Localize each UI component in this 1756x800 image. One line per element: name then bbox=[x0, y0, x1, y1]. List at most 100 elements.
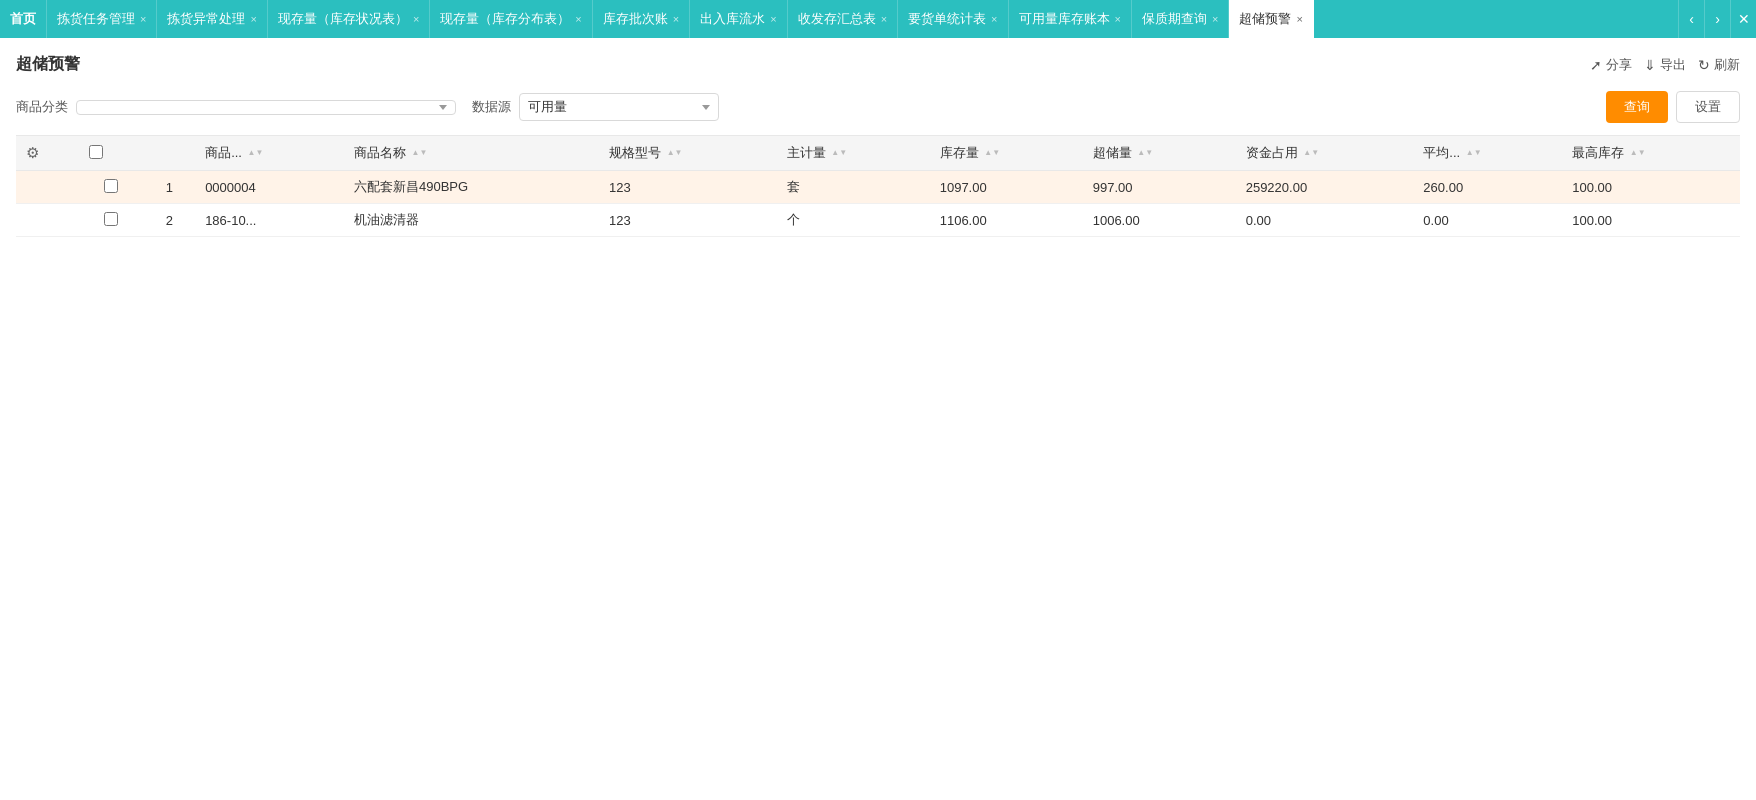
row-overstock-1: 1006.00 bbox=[1083, 204, 1236, 237]
row-max-stock-1: 100.00 bbox=[1562, 204, 1740, 237]
row-checkbox-0 bbox=[79, 171, 144, 204]
share-icon: ➚ bbox=[1590, 57, 1602, 73]
datasource-chevron-icon bbox=[702, 105, 710, 110]
col-overstock: 超储量 ▲▼ bbox=[1083, 136, 1236, 171]
col-unit: 主计量 ▲▼ bbox=[777, 136, 930, 171]
nav-tab-label-stock-status: 现存量（库存状况表） bbox=[278, 10, 408, 28]
nav-tab-close-avail-ledger[interactable]: × bbox=[1115, 13, 1121, 25]
settings-icon[interactable]: ⚙ bbox=[26, 144, 39, 161]
category-select[interactable] bbox=[76, 100, 456, 115]
nav-tab-inout[interactable]: 出入库流水 × bbox=[690, 0, 787, 38]
nav-tab-close-order-stat[interactable]: × bbox=[991, 13, 997, 25]
col-capital: 资金占用 ▲▼ bbox=[1236, 136, 1414, 171]
col-spec: 规格型号 ▲▼ bbox=[599, 136, 777, 171]
nav-tab-close-batch[interactable]: × bbox=[673, 13, 679, 25]
nav-tab-task[interactable]: 拣货任务管理× bbox=[47, 0, 157, 38]
select-all-checkbox[interactable] bbox=[89, 145, 103, 159]
nav-prev-button[interactable]: ‹ bbox=[1678, 0, 1704, 38]
sort-product-name-icon[interactable]: ▲▼ bbox=[412, 149, 428, 158]
sort-unit-icon[interactable]: ▲▼ bbox=[831, 149, 847, 158]
row-stock-0: 1097.00 bbox=[930, 171, 1083, 204]
nav-tab-label-home: 首页 bbox=[10, 10, 36, 28]
row-num-1: 2 bbox=[143, 204, 195, 237]
row-unit-1: 个 bbox=[777, 204, 930, 237]
sort-product-code-icon[interactable]: ▲▼ bbox=[248, 149, 264, 158]
sort-avg-icon[interactable]: ▲▼ bbox=[1466, 149, 1482, 158]
nav-tab-list: 首页拣货任务管理×拣货异常处理×现存量（库存状况表）×现存量（库存分布表）×库存… bbox=[0, 0, 1678, 38]
col-avg: 平均... ▲▼ bbox=[1413, 136, 1562, 171]
row-product-code-1: 186-10... bbox=[195, 204, 344, 237]
nav-tab-close-stock-status[interactable]: × bbox=[413, 13, 419, 25]
sort-stock-icon[interactable]: ▲▼ bbox=[984, 149, 1000, 158]
nav-tab-close-collect[interactable]: × bbox=[881, 13, 887, 25]
category-filter-label: 商品分类 bbox=[16, 98, 68, 116]
share-label: 分享 bbox=[1606, 56, 1632, 74]
row-gear-1 bbox=[16, 204, 79, 237]
category-chevron-icon bbox=[439, 105, 447, 110]
nav-tab-label-abnormal: 拣货异常处理 bbox=[167, 10, 245, 28]
nav-tab-label-order-stat: 要货单统计表 bbox=[908, 10, 986, 28]
page-content: 超储预警 ➚ 分享 ⇓ 导出 ↻ 刷新 商品分类 数据源 bbox=[0, 38, 1756, 800]
setting-button[interactable]: 设置 bbox=[1676, 91, 1740, 123]
sort-capital-icon[interactable]: ▲▼ bbox=[1303, 149, 1319, 158]
nav-close-all-button[interactable]: ✕ bbox=[1730, 0, 1756, 38]
nav-tab-order-stat[interactable]: 要货单统计表 × bbox=[898, 0, 1008, 38]
nav-arrow-controls: ‹ › ✕ bbox=[1678, 0, 1756, 38]
nav-next-button[interactable]: › bbox=[1704, 0, 1730, 38]
row-max-stock-0: 100.00 bbox=[1562, 171, 1740, 204]
nav-tab-stock-dist[interactable]: 现存量（库存分布表）× bbox=[430, 0, 592, 38]
sort-spec-icon[interactable]: ▲▼ bbox=[667, 149, 683, 158]
row-unit-0: 套 bbox=[777, 171, 930, 204]
nav-tab-close-abnormal[interactable]: × bbox=[250, 13, 256, 25]
filter-row: 商品分类 数据源 可用量 查询 设置 bbox=[16, 91, 1740, 123]
nav-tab-close-task[interactable]: × bbox=[140, 13, 146, 25]
top-navigation: 首页拣货任务管理×拣货异常处理×现存量（库存状况表）×现存量（库存分布表）×库存… bbox=[0, 0, 1756, 38]
row-overstock-0: 997.00 bbox=[1083, 171, 1236, 204]
row-avg-1: 0.00 bbox=[1413, 204, 1562, 237]
col-stock: 库存量 ▲▼ bbox=[930, 136, 1083, 171]
row-select-checkbox-0[interactable] bbox=[104, 179, 118, 193]
nav-tab-close-overstock[interactable]: × bbox=[1296, 13, 1302, 25]
row-num-0: 1 bbox=[143, 171, 195, 204]
col-product-name: 商品名称 ▲▼ bbox=[344, 136, 599, 171]
datasource-select[interactable]: 可用量 bbox=[519, 93, 719, 121]
col-num bbox=[143, 136, 195, 171]
nav-tab-stock-status[interactable]: 现存量（库存状况表） × bbox=[268, 0, 430, 38]
sort-overstock-icon[interactable]: ▲▼ bbox=[1137, 149, 1153, 158]
nav-tab-collect[interactable]: 收发存汇总表 × bbox=[788, 0, 898, 38]
col-gear: ⚙ bbox=[16, 136, 79, 171]
sort-max-stock-icon[interactable]: ▲▼ bbox=[1630, 149, 1646, 158]
query-button[interactable]: 查询 bbox=[1606, 91, 1668, 123]
nav-tab-shelf-life[interactable]: 保质期查询 × bbox=[1132, 0, 1229, 38]
row-capital-0: 259220.00 bbox=[1236, 171, 1414, 204]
col-checkbox bbox=[79, 136, 144, 171]
nav-tab-batch[interactable]: 库存批次账× bbox=[593, 0, 690, 38]
nav-tab-close-shelf-life[interactable]: × bbox=[1212, 13, 1218, 25]
refresh-button[interactable]: ↻ 刷新 bbox=[1698, 56, 1740, 74]
export-button[interactable]: ⇓ 导出 bbox=[1644, 56, 1686, 74]
row-select-checkbox-1[interactable] bbox=[104, 212, 118, 226]
nav-tab-abnormal[interactable]: 拣货异常处理 × bbox=[157, 0, 267, 38]
nav-tab-close-stock-dist[interactable]: × bbox=[575, 13, 581, 25]
nav-tab-home[interactable]: 首页 bbox=[0, 0, 47, 38]
row-spec-1: 123 bbox=[599, 204, 777, 237]
row-avg-0: 260.00 bbox=[1413, 171, 1562, 204]
row-capital-1: 0.00 bbox=[1236, 204, 1414, 237]
share-button[interactable]: ➚ 分享 bbox=[1590, 56, 1632, 74]
nav-tab-label-shelf-life: 保质期查询 bbox=[1142, 10, 1207, 28]
row-product-name-0: 六配套新昌490BPG bbox=[344, 171, 599, 204]
export-icon: ⇓ bbox=[1644, 57, 1656, 73]
table-row: 1 0000004 六配套新昌490BPG 123 套 1097.00 997.… bbox=[16, 171, 1740, 204]
nav-tab-label-collect: 收发存汇总表 bbox=[798, 10, 876, 28]
nav-tab-avail-ledger[interactable]: 可用量库存账本× bbox=[1009, 0, 1132, 38]
table-header-row: ⚙ 商品... ▲▼ 商品名称 ▲▼ 规格型号 ▲▼ bbox=[16, 136, 1740, 171]
nav-tab-overstock[interactable]: 超储预警× bbox=[1229, 0, 1313, 38]
nav-tab-close-inout[interactable]: × bbox=[770, 13, 776, 25]
datasource-select-value: 可用量 bbox=[528, 98, 567, 116]
row-product-name-1: 机油滤清器 bbox=[344, 204, 599, 237]
datasource-filter-group: 数据源 可用量 bbox=[472, 93, 719, 121]
col-max-stock: 最高库存 ▲▼ bbox=[1562, 136, 1740, 171]
row-gear-0 bbox=[16, 171, 79, 204]
nav-tab-label-inout: 出入库流水 bbox=[700, 10, 765, 28]
filter-actions: 查询 设置 bbox=[1606, 91, 1740, 123]
